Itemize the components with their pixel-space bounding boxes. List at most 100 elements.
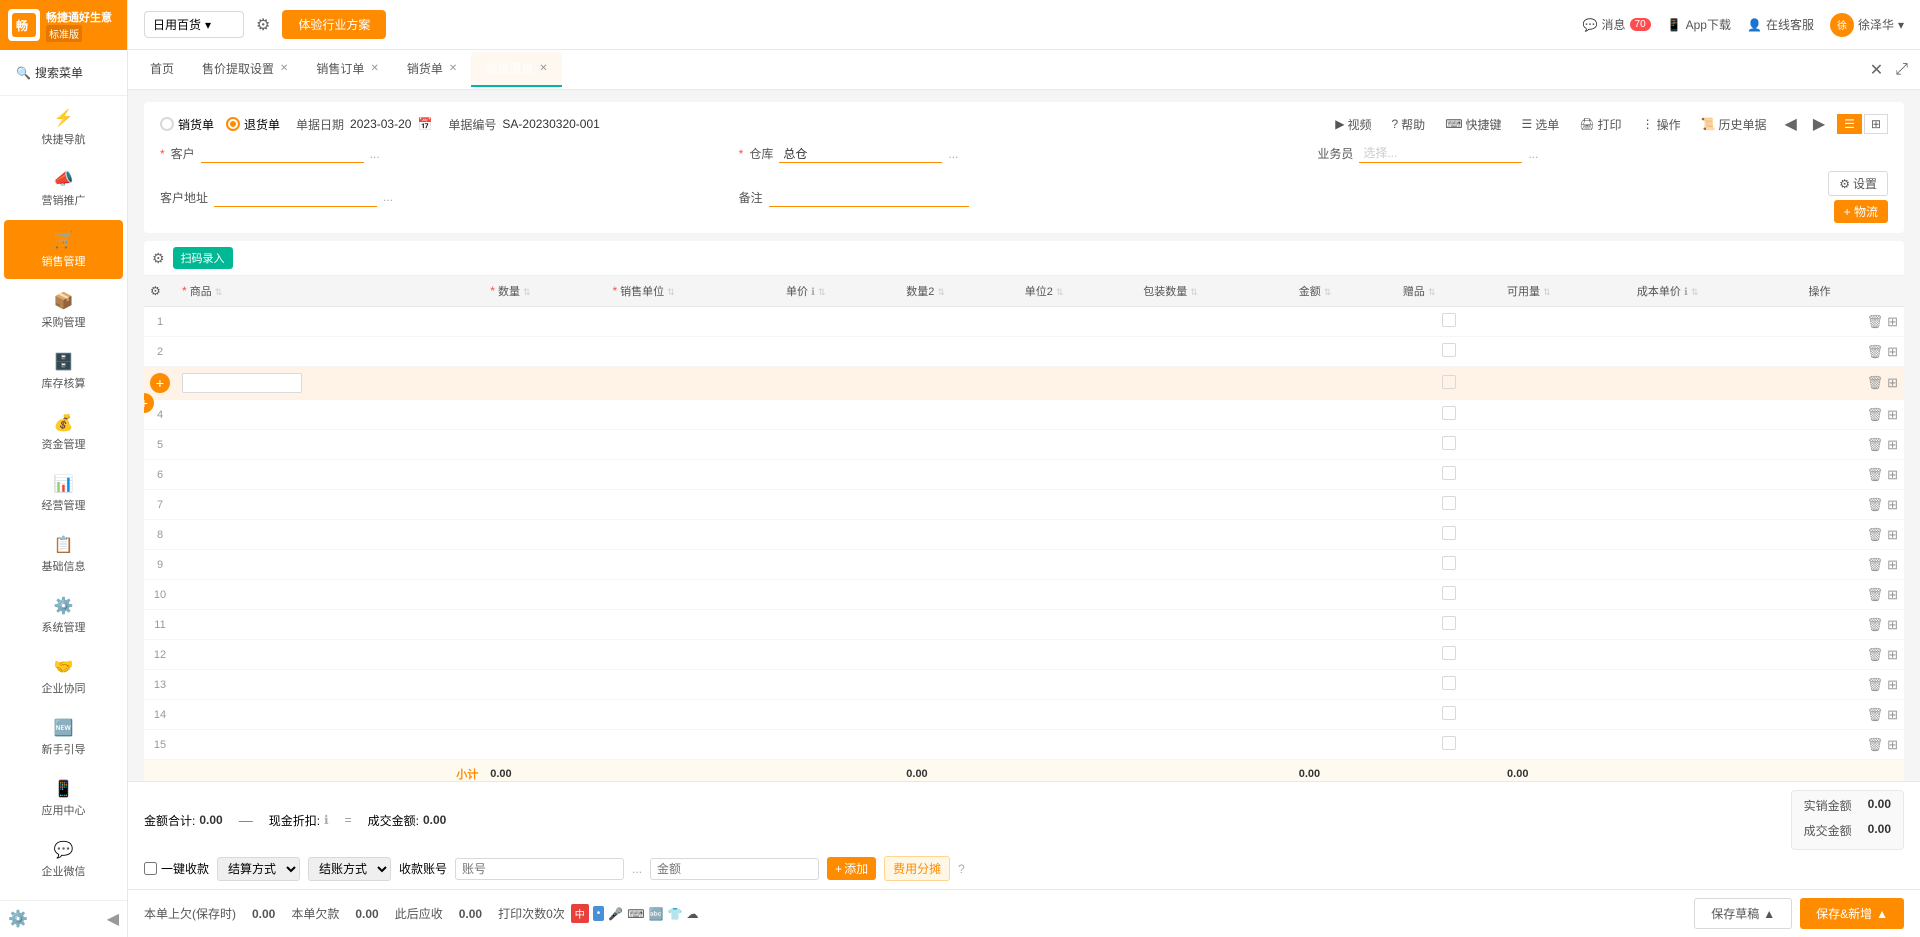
- unit2-cell[interactable]: [1019, 430, 1137, 460]
- sort-pack-icon[interactable]: ⇅: [1190, 287, 1198, 297]
- grid-view-btn[interactable]: ⊞: [1864, 114, 1888, 134]
- quantity-cell[interactable]: [484, 550, 606, 580]
- unit2-cell[interactable]: [1019, 670, 1137, 700]
- product-cell[interactable]: [176, 730, 484, 760]
- available-cell[interactable]: [1501, 670, 1631, 700]
- pack-cell[interactable]: [1137, 400, 1293, 430]
- product-cell[interactable]: [176, 460, 484, 490]
- amount-cell[interactable]: [1293, 610, 1397, 640]
- sidebar-item-apps[interactable]: 📱 应用中心: [4, 769, 123, 828]
- sidebar-item-guide[interactable]: 🆕 新手引导: [4, 708, 123, 767]
- available-cell[interactable]: [1501, 550, 1631, 580]
- gift-checkbox[interactable]: [1442, 646, 1456, 660]
- select-btn[interactable]: ☰ 选单: [1516, 113, 1566, 136]
- price-cell[interactable]: [780, 367, 900, 400]
- cost-cell[interactable]: [1631, 640, 1803, 670]
- copy-row-btn[interactable]: ⊞: [1887, 557, 1898, 573]
- pack-cell[interactable]: [1137, 580, 1293, 610]
- gift-cell[interactable]: [1397, 640, 1501, 670]
- settings-icon[interactable]: ⚙: [256, 15, 270, 35]
- available-cell[interactable]: [1501, 460, 1631, 490]
- sort-gift-icon[interactable]: ⇅: [1428, 287, 1436, 297]
- available-cell[interactable]: [1501, 580, 1631, 610]
- scan-enter-btn[interactable]: 扫码录入: [173, 247, 233, 269]
- staff-dots[interactable]: ...: [1528, 147, 1538, 161]
- available-cell[interactable]: [1501, 430, 1631, 460]
- warehouse-dots[interactable]: ...: [948, 147, 958, 161]
- pack-cell[interactable]: [1137, 430, 1293, 460]
- cost-cell[interactable]: [1631, 337, 1803, 367]
- sort-product-icon[interactable]: ⇅: [215, 287, 223, 297]
- gift-checkbox[interactable]: [1442, 736, 1456, 750]
- sidebar-item-member[interactable]: V 畅会员: [4, 891, 123, 900]
- gift-cell[interactable]: [1397, 307, 1501, 337]
- customer-dots[interactable]: ...: [370, 147, 380, 161]
- warehouse-input[interactable]: [779, 144, 942, 163]
- gift-checkbox[interactable]: [1442, 526, 1456, 540]
- address-dots[interactable]: ...: [383, 190, 393, 204]
- tab-home[interactable]: 首页: [136, 52, 188, 87]
- available-cell[interactable]: [1501, 730, 1631, 760]
- expense-allocate-btn[interactable]: 费用分摊: [884, 856, 950, 881]
- quantity-cell[interactable]: [484, 700, 606, 730]
- qty2-cell[interactable]: [900, 700, 1018, 730]
- footer-help-icon[interactable]: ?: [958, 862, 965, 876]
- cost-cell[interactable]: [1631, 400, 1803, 430]
- gift-cell[interactable]: [1397, 730, 1501, 760]
- print-btn[interactable]: 🖨 打印: [1573, 113, 1627, 136]
- unit2-cell[interactable]: [1019, 400, 1137, 430]
- add-row-btn[interactable]: +: [150, 373, 170, 393]
- available-cell[interactable]: [1501, 337, 1631, 367]
- tab-price-setting[interactable]: 售价提取设置 ✕: [188, 52, 302, 87]
- help-btn[interactable]: ? 帮助: [1385, 113, 1431, 136]
- sort-avail-icon[interactable]: ⇅: [1543, 287, 1551, 297]
- copy-row-btn[interactable]: ⊞: [1887, 497, 1898, 513]
- amount-cell[interactable]: [1293, 307, 1397, 337]
- pack-cell[interactable]: [1137, 730, 1293, 760]
- quantity-cell[interactable]: [484, 610, 606, 640]
- pack-cell[interactable]: [1137, 640, 1293, 670]
- product-cell[interactable]: [176, 610, 484, 640]
- tab-close-sales-order[interactable]: ✕: [370, 63, 378, 74]
- delete-row-btn[interactable]: 🗑: [1867, 527, 1884, 543]
- cost-cell[interactable]: [1631, 670, 1803, 700]
- price-cell[interactable]: [780, 400, 900, 430]
- sidebar-item-system[interactable]: ⚙️ 系统管理: [4, 586, 123, 645]
- amount-cell[interactable]: [1293, 337, 1397, 367]
- delete-row-btn[interactable]: 🗑: [1867, 437, 1884, 453]
- cost-cell[interactable]: [1631, 367, 1803, 400]
- copy-row-btn[interactable]: ⊞: [1887, 707, 1898, 723]
- unit2-cell[interactable]: [1019, 520, 1137, 550]
- gift-cell[interactable]: [1397, 400, 1501, 430]
- qty2-cell[interactable]: [900, 610, 1018, 640]
- gift-checkbox[interactable]: [1442, 343, 1456, 357]
- product-cell[interactable]: [176, 337, 484, 367]
- gift-checkbox[interactable]: [1442, 706, 1456, 720]
- pack-cell[interactable]: [1137, 610, 1293, 640]
- one-click-checkbox[interactable]: 一键收款: [144, 860, 209, 877]
- product-cell[interactable]: [176, 430, 484, 460]
- delete-row-btn[interactable]: 🗑: [1867, 617, 1884, 633]
- copy-row-btn[interactable]: ⊞: [1887, 587, 1898, 603]
- product-cell[interactable]: [176, 700, 484, 730]
- gift-cell[interactable]: [1397, 610, 1501, 640]
- one-click-check[interactable]: [144, 862, 157, 875]
- amount-cell[interactable]: [1293, 640, 1397, 670]
- cost-cell[interactable]: [1631, 550, 1803, 580]
- unit-cell[interactable]: [606, 460, 780, 490]
- quantity-cell[interactable]: [484, 400, 606, 430]
- pack-cell[interactable]: [1137, 700, 1293, 730]
- cost-cell[interactable]: [1631, 520, 1803, 550]
- gift-checkbox[interactable]: [1442, 556, 1456, 570]
- available-cell[interactable]: [1501, 520, 1631, 550]
- gift-cell[interactable]: [1397, 337, 1501, 367]
- delete-row-btn[interactable]: 🗑: [1867, 707, 1884, 723]
- gift-checkbox[interactable]: [1442, 406, 1456, 420]
- radio-return[interactable]: 退货单: [226, 116, 280, 133]
- sidebar-item-marketing[interactable]: 📣 营销推广: [4, 159, 123, 218]
- quantity-cell[interactable]: [484, 337, 606, 367]
- unit2-cell[interactable]: [1019, 367, 1137, 400]
- tab-close-price[interactable]: ✕: [280, 63, 288, 74]
- settlement-select[interactable]: 结算方式: [217, 857, 300, 881]
- gift-cell[interactable]: [1397, 367, 1501, 400]
